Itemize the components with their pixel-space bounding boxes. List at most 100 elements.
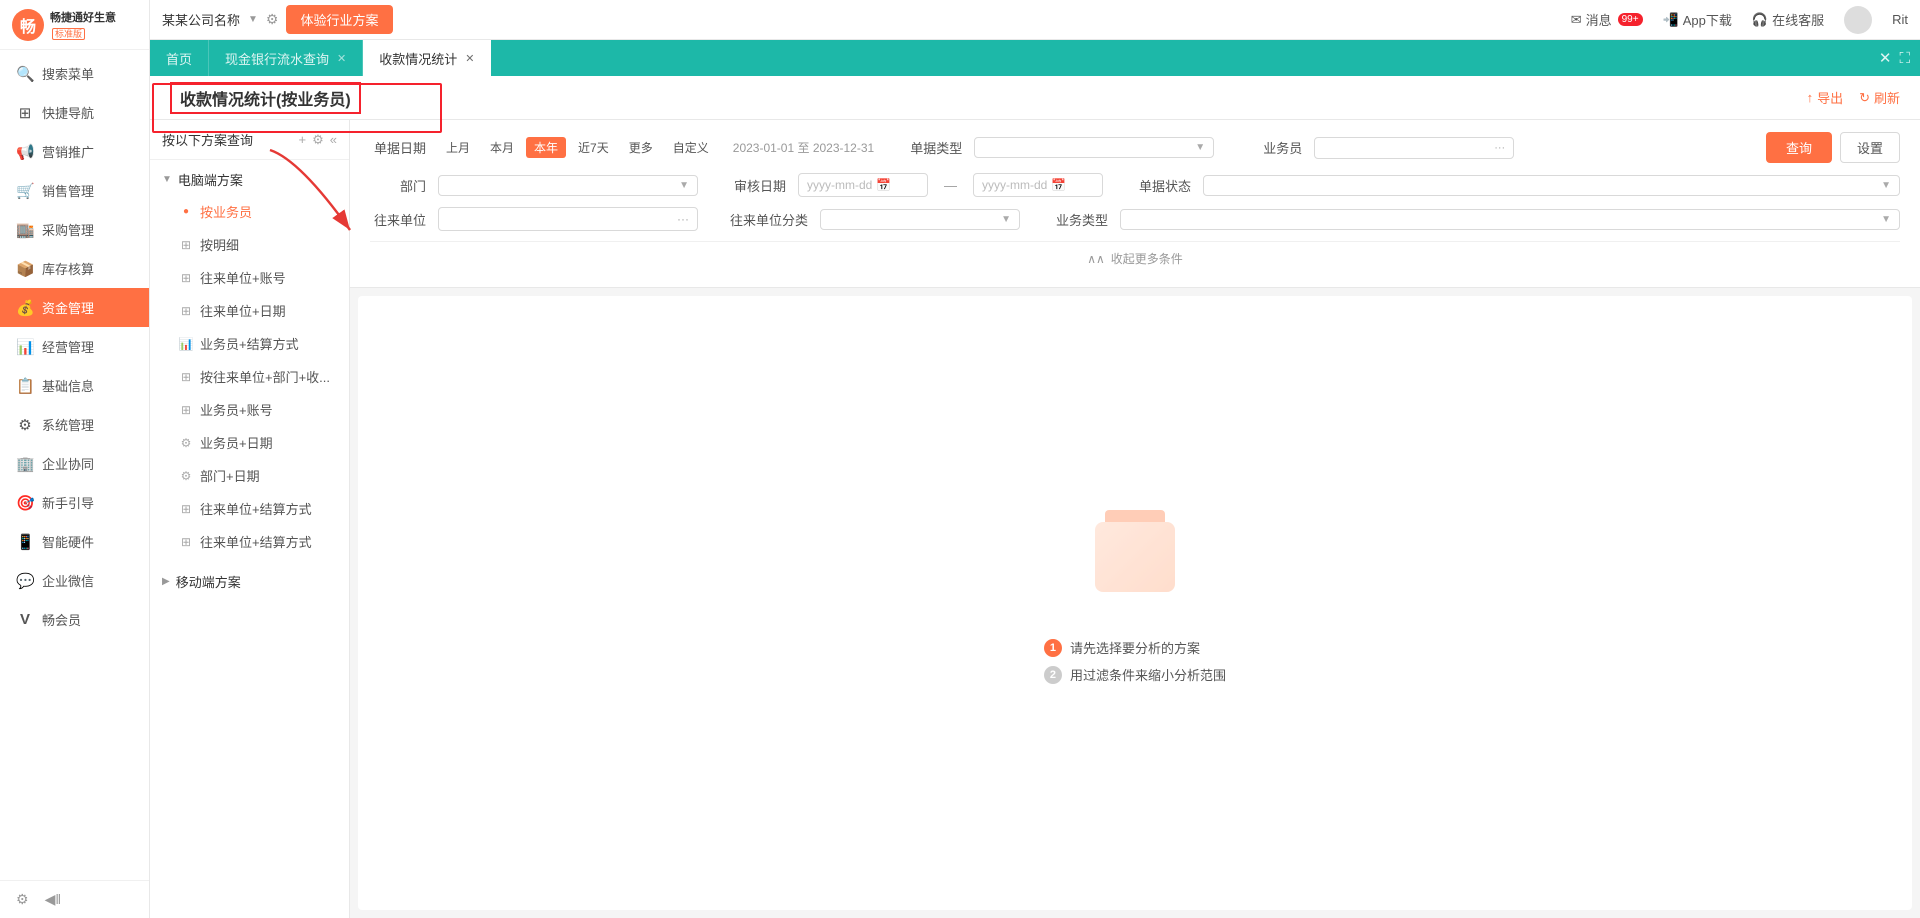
sidebar-item-marketing[interactable]: 📢 营销推广 (0, 132, 149, 171)
empty-state-hint1: 1 请先选择要分析的方案 (1044, 638, 1226, 657)
scheme-item-unit-settle2[interactable]: ⊞ 往来单位+结算方式 (150, 525, 349, 558)
tab-bank-flow-close[interactable]: ✕ (337, 52, 346, 65)
query-btn[interactable]: 查询 (1766, 132, 1832, 163)
more-tab[interactable]: 更多 (621, 137, 661, 158)
scheme-group-mobile-header[interactable]: ▶ 移动端方案 (150, 566, 349, 597)
scheme-item-unit-date[interactable]: ⊞ 往来单位+日期 (150, 294, 349, 327)
hint2-num: 2 (1044, 666, 1062, 684)
page-header: 收款情况统计(按业务员) ↑ 导出 ↻ 刷新 (150, 76, 1920, 120)
scheme-item-unit-dept-recv[interactable]: ⊞ 按往来单位+部门+收... (150, 360, 349, 393)
receipt-type-select[interactable]: ▼ (974, 137, 1214, 158)
online-service-item[interactable]: 🎧 在线客服 (1752, 10, 1824, 29)
scheme-settings-icon[interactable]: ⚙ (312, 132, 324, 148)
last-7-tab[interactable]: 近7天 (570, 137, 617, 158)
sidebar-item-label: 营销推广 (42, 142, 94, 161)
biz-type-select[interactable]: ▼ (1120, 209, 1900, 230)
sidebar-item-smart-hw[interactable]: 📱 智能硬件 (0, 522, 149, 561)
enterprise-icon: 🏢 (16, 455, 34, 473)
settings-icon[interactable]: ⚙ (266, 11, 279, 28)
export-label: 导出 (1817, 88, 1843, 107)
salesman-more-icon[interactable]: ··· (1494, 142, 1505, 154)
review-date-label: 审核日期 (730, 176, 786, 195)
last-month-tab[interactable]: 上月 (438, 137, 478, 158)
this-month-tab[interactable]: 本月 (482, 137, 522, 158)
review-date-start-placeholder: yyyy-mm-dd (807, 178, 872, 192)
sidebar-item-search[interactable]: 🔍 搜索菜单 (0, 54, 149, 93)
tab-receipt-stats[interactable]: 收款情况统计 ✕ (363, 40, 491, 76)
collapse-sidebar-icon[interactable]: ◀‖ (45, 891, 62, 908)
inventory-icon: 📦 (16, 260, 34, 278)
sidebar-item-purchase[interactable]: 🏬 采购管理 (0, 210, 149, 249)
tab-fullscreen-btn[interactable]: ⛶ (1899, 50, 1910, 67)
sidebar-item-sales[interactable]: 🛒 销售管理 (0, 171, 149, 210)
this-year-tab[interactable]: 本年 (526, 137, 566, 158)
settings-btn[interactable]: 设置 (1840, 132, 1900, 163)
counterpart-category-select[interactable]: ▼ (820, 209, 1020, 230)
review-date-end[interactable]: yyyy-mm-dd 📅 (973, 173, 1103, 197)
sidebar-item-label: 系统管理 (42, 415, 94, 434)
export-icon: ↑ (1807, 90, 1814, 105)
app-download-item[interactable]: 📲 App下载 (1663, 10, 1732, 29)
filter-section: 单据日期 上月 本月 本年 近7天 更多 自定义 2023-01-01 至 20… (350, 120, 1920, 288)
sidebar-item-member[interactable]: V 畅会员 (0, 600, 149, 639)
sidebar-item-label: 快捷导航 (42, 103, 94, 122)
sidebar-item-finance[interactable]: 💰 资金管理 (0, 288, 149, 327)
scheme-item-by-salesman[interactable]: ● 按业务员 (150, 195, 349, 228)
date-tabs: 上月 本月 本年 近7天 更多 自定义 (438, 137, 717, 158)
counterpart-select[interactable]: ··· (438, 207, 698, 231)
tab-home[interactable]: 首页 (150, 40, 209, 76)
refresh-btn[interactable]: ↻ 刷新 (1859, 88, 1900, 107)
scheme-item-unit-account[interactable]: ⊞ 往来单位+账号 (150, 261, 349, 294)
settings-bottom-icon[interactable]: ⚙ (16, 891, 29, 908)
sidebar-item-system[interactable]: ⚙ 系统管理 (0, 405, 149, 444)
sidebar-item-inventory[interactable]: 📦 库存核算 (0, 249, 149, 288)
scheme-item-dept-date[interactable]: ⚙ 部门+日期 (150, 459, 349, 492)
marketing-icon: 📢 (16, 143, 34, 161)
sidebar-item-operations[interactable]: 📊 经营管理 (0, 327, 149, 366)
export-btn[interactable]: ↑ 导出 (1807, 88, 1844, 107)
purchase-icon: 🏬 (16, 221, 34, 239)
collapse-panel-icon[interactable]: « (330, 132, 337, 147)
tab-bank-flow[interactable]: 现金银行流水查询 ✕ (209, 40, 363, 76)
collapse-filter-btn[interactable]: ∧∧ 收起更多条件 (370, 241, 1900, 275)
empty-box-shape (1095, 522, 1175, 592)
add-scheme-icon[interactable]: + (299, 132, 307, 147)
custom-tab[interactable]: 自定义 (665, 137, 717, 158)
counterpart-more-icon[interactable]: ··· (677, 212, 689, 226)
user-name: Rit (1892, 12, 1908, 27)
sidebar-item-label: 库存核算 (42, 259, 94, 278)
messages-item[interactable]: ✉ 消息 99+ (1571, 10, 1643, 29)
tab-receipt-stats-close[interactable]: ✕ (465, 52, 474, 65)
review-date-start[interactable]: yyyy-mm-dd 📅 (798, 173, 928, 197)
sidebar-item-label: 畅会员 (42, 610, 81, 629)
sidebar-item-quick-nav[interactable]: ⊞ 快捷导航 (0, 93, 149, 132)
message-icon: ✉ (1571, 12, 1582, 28)
scheme-item-by-detail[interactable]: ⊞ 按明细 (150, 228, 349, 261)
salesman-select[interactable]: ··· (1314, 137, 1514, 159)
tab-close-all-btn[interactable]: ✕ (1879, 49, 1892, 67)
dept-select[interactable]: ▼ (438, 175, 698, 196)
sidebar-item-guide[interactable]: 🎯 新手引导 (0, 483, 149, 522)
scheme-item-salesman-date[interactable]: ⚙ 业务员+日期 (150, 426, 349, 459)
receipt-status-select[interactable]: ▼ (1203, 175, 1900, 196)
sidebar-item-basic-info[interactable]: 📋 基础信息 (0, 366, 149, 405)
scheme-item-salesman-settle[interactable]: 📊 业务员+结算方式 (150, 327, 349, 360)
refresh-label: 刷新 (1874, 88, 1900, 107)
empty-state-illustration (1075, 522, 1195, 622)
sidebar-item-label: 企业微信 (42, 571, 94, 590)
scheme-unit-settle1-icon: ⊞ (178, 502, 194, 516)
sidebar-item-label: 资金管理 (42, 298, 94, 317)
scheme-item-unit-settle1[interactable]: ⊞ 往来单位+结算方式 (150, 492, 349, 525)
sidebar-item-wechat[interactable]: 💬 企业微信 (0, 561, 149, 600)
scheme-item-salesman-account[interactable]: ⊞ 业务员+账号 (150, 393, 349, 426)
scheme-group-pc-header[interactable]: ▼ 电脑端方案 (150, 164, 349, 195)
scheme-unit-account-icon: ⊞ (178, 271, 194, 285)
page-title: 收款情况统计(按业务员) (170, 82, 361, 114)
calendar-end-icon: 📅 (1051, 178, 1066, 192)
sidebar-item-enterprise[interactable]: 🏢 企业协同 (0, 444, 149, 483)
logo-text-block: 畅捷通好生意 标准版 (50, 9, 116, 40)
scheme-unit-dept-icon: ⊞ (178, 370, 194, 384)
trial-btn[interactable]: 体验行业方案 (286, 5, 392, 34)
dropdown-arrow-icon[interactable]: ▼ (248, 14, 258, 25)
messages-badge: 99+ (1618, 13, 1643, 26)
